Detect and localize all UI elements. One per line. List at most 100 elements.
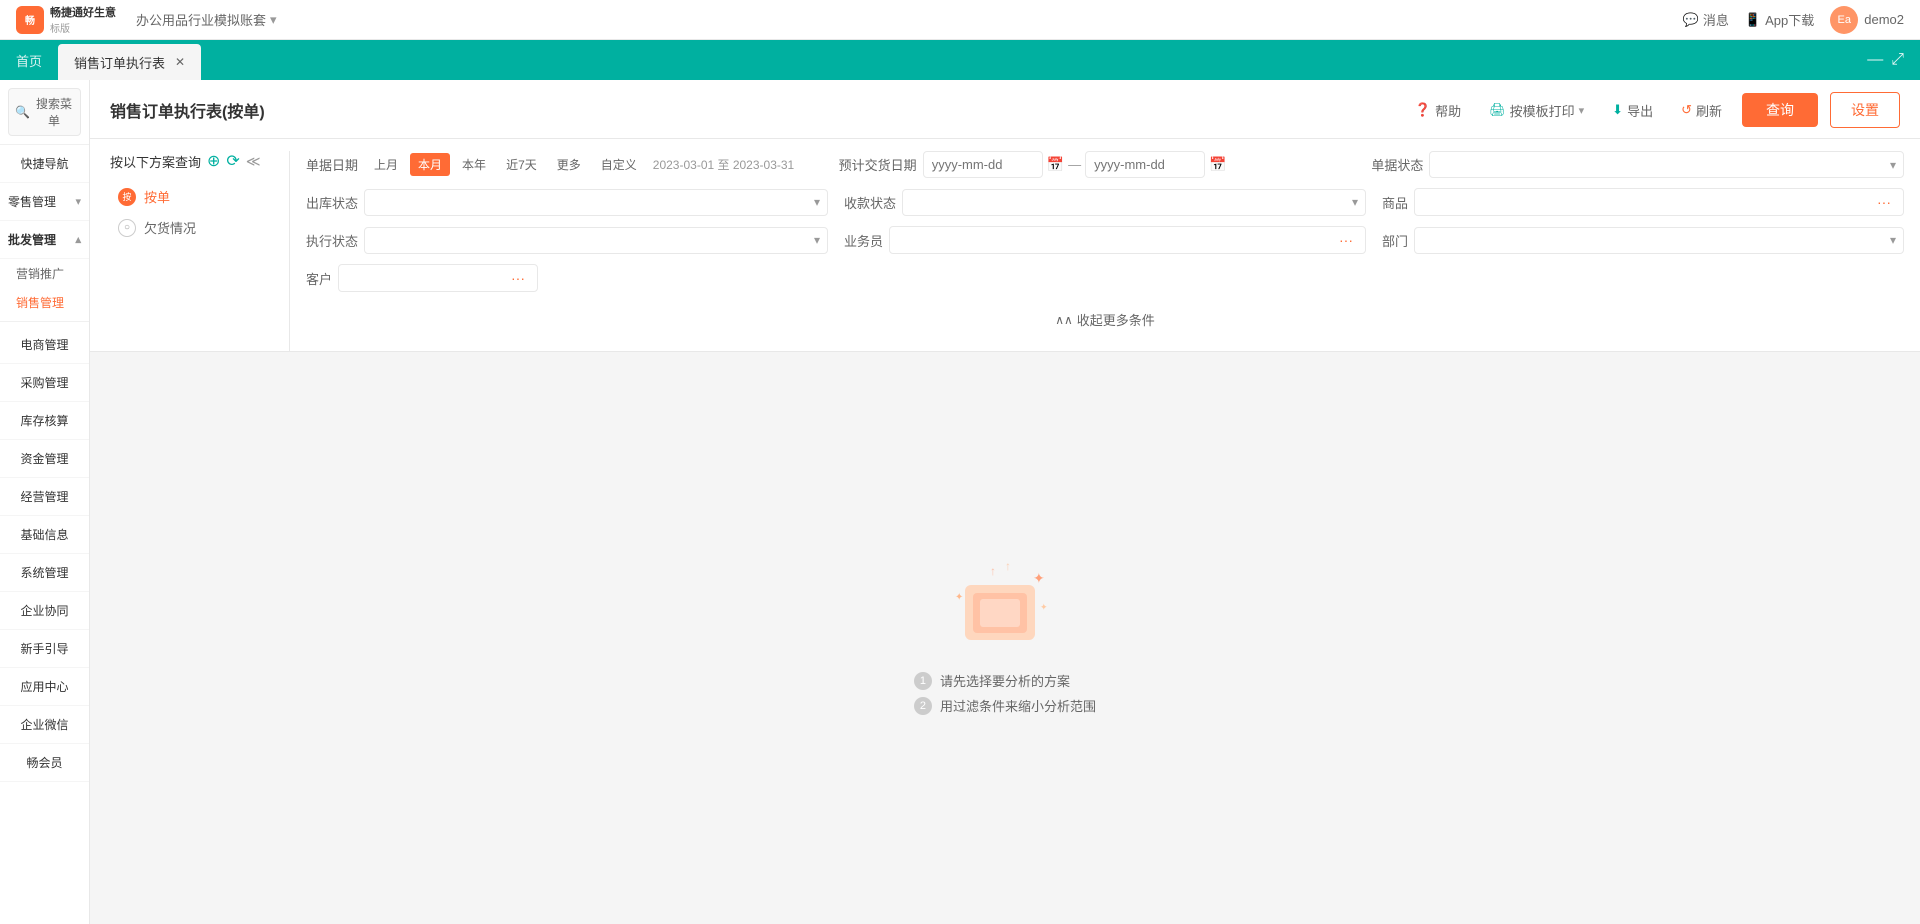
collapse-row: ∧∧ 收起更多条件 <box>306 298 1904 343</box>
sidebar-item-system[interactable]: 系统管理 <box>0 554 89 592</box>
delivery-date-end[interactable] <box>1085 151 1205 178</box>
app-icon: 📱 <box>1745 12 1761 28</box>
sidebar-item-inventory[interactable]: 库存核算 <box>0 402 89 440</box>
sidebar-item-wechat[interactable]: 企业微信 <box>0 706 89 744</box>
sidebar-item-basic[interactable]: 基础信息 <box>0 516 89 554</box>
settings-button[interactable]: 设置 <box>1830 92 1900 128</box>
date-tab-custom[interactable]: 自定义 <box>593 153 645 176</box>
user-avatar[interactable]: Ea demo2 <box>1830 6 1904 34</box>
logo-text: 畅捷通好生意 标版 <box>50 4 116 35</box>
top-bar-right: 💬 消息 📱 App下载 Ea demo2 <box>1683 6 1904 34</box>
calendar-icon-start: 📅 <box>1047 156 1064 173</box>
empty-svg: ✦ ✦ ✦ ↑ ↑ <box>945 555 1065 655</box>
refresh-button[interactable]: ↺ 刷新 <box>1673 97 1730 124</box>
outbound-select[interactable] <box>364 189 828 216</box>
receipt-select[interactable] <box>902 189 1366 216</box>
sidebar-item-ecom[interactable]: 电商管理 <box>0 326 89 364</box>
customer-input[interactable]: ··· <box>338 264 538 292</box>
refresh-small-icon[interactable]: ⟳ <box>226 151 239 171</box>
filter-right-panel: 单据日期 上月 本月 本年 近7天 更多 自定义 2023-03-01 至 20… <box>290 151 1920 351</box>
date-tabs: 上月 本月 本年 近7天 更多 自定义 <box>366 153 645 176</box>
chevron-up-icon: ▴ <box>75 233 81 246</box>
chevron-down-icon: ▾ <box>1579 104 1585 117</box>
collapse-button[interactable]: ∧∧ 收起更多条件 <box>1047 302 1163 337</box>
date-tab-current-year[interactable]: 本年 <box>454 153 494 176</box>
sidebar-item-sales-mgmt[interactable]: 销售管理 <box>0 288 89 317</box>
main-body: ✦ ✦ ✦ ↑ ↑ 1 请先选择要分析的方案 2 用过滤条 <box>90 352 1920 924</box>
tab-home[interactable]: 首页 <box>0 40 58 80</box>
sidebar-item-corp[interactable]: 企业协同 <box>0 592 89 630</box>
template-print-button[interactable]: 🖨 按模板打印 ▾ <box>1481 97 1592 124</box>
sidebar-item-apps[interactable]: 应用中心 <box>0 668 89 706</box>
content-area: 销售订单执行表(按单) ❓ 帮助 🖨 按模板打印 ▾ ⬇ 导出 ↺ 刷新 <box>90 80 1920 924</box>
date-tab-current-month[interactable]: 本月 <box>410 153 450 176</box>
filter-salesperson: 业务员 ··· <box>844 226 1366 254</box>
page-header-actions: ❓ 帮助 🖨 按模板打印 ▾ ⬇ 导出 ↺ 刷新 查询 设置 <box>1407 92 1900 128</box>
svg-text:✦: ✦ <box>1033 570 1045 586</box>
filter-row-1: 单据日期 上月 本月 本年 近7天 更多 自定义 2023-03-01 至 20… <box>306 151 1904 178</box>
print-icon: 🖨 <box>1489 102 1506 118</box>
goods-dots-icon[interactable]: ··· <box>1873 194 1895 210</box>
filter-row-3: 执行状态 ▾ 业务员 ··· <box>306 226 1904 254</box>
single-status-select[interactable] <box>1429 151 1904 178</box>
filter-row-4: 客户 ··· <box>306 264 1904 292</box>
sidebar-item-marketing[interactable]: 营销推广 <box>0 259 89 288</box>
chevron-down-icon: ▾ <box>270 12 277 28</box>
sidebar-item-newbie[interactable]: 新手引导 <box>0 630 89 668</box>
sidebar-item-wholesale[interactable]: 批发管理 ▴ <box>0 221 89 259</box>
sidebar-item-retail[interactable]: 零售管理 ▾ <box>0 183 89 221</box>
empty-illustration: ✦ ✦ ✦ ↑ ↑ <box>945 555 1065 655</box>
logo-area: 畅 畅捷通好生意 标版 <box>16 4 116 35</box>
filter-department: 部门 ▾ <box>1382 227 1904 254</box>
export-button[interactable]: ⬇ 导出 <box>1604 97 1661 124</box>
filter-left-panel: 按以下方案查询 ⊕ ⟳ ≪ 按 按单 ○ 欠货情况 <box>90 151 290 351</box>
tab-close-icon[interactable]: ✕ <box>175 55 185 69</box>
filter-option-inventory[interactable]: ○ 欠货情况 <box>110 212 277 243</box>
help-button[interactable]: ❓ 帮助 <box>1407 97 1469 124</box>
salesperson-input[interactable]: ··· <box>889 226 1366 254</box>
maximize-button[interactable]: ⤢ <box>1891 51 1904 69</box>
filter-option-by-order[interactable]: 按 按单 <box>110 181 277 212</box>
empty-text: 1 请先选择要分析的方案 2 用过滤条件来缩小分析范围 <box>914 671 1096 721</box>
date-tab-last-month[interactable]: 上月 <box>366 153 406 176</box>
salesperson-dots-icon[interactable]: ··· <box>1335 232 1357 248</box>
inventory-icon: ○ <box>118 219 136 237</box>
filter-row-2: 出库状态 ▾ 收款状态 <box>306 188 1904 216</box>
app-download-button[interactable]: 📱 App下载 <box>1745 10 1814 29</box>
empty-step-2: 2 用过滤条件来缩小分析范围 <box>914 696 1096 715</box>
logo-icon: 畅 <box>16 6 44 34</box>
filter-inner: 按以下方案查询 ⊕ ⟳ ≪ 按 按单 ○ 欠货情况 <box>90 139 1920 351</box>
empty-state: ✦ ✦ ✦ ↑ ↑ 1 请先选择要分析的方案 2 用过滤条 <box>914 555 1096 721</box>
query-button[interactable]: 查询 <box>1742 93 1818 127</box>
empty-step-1: 1 请先选择要分析的方案 <box>914 671 1096 690</box>
sidebar-item-operations[interactable]: 经营管理 <box>0 478 89 516</box>
add-icon[interactable]: ⊕ <box>207 151 220 171</box>
exec-status-select[interactable] <box>364 227 828 254</box>
message-icon: 💬 <box>1683 12 1699 28</box>
collapse-left-icon[interactable]: ≪ <box>246 153 261 170</box>
sidebar-item-purchase[interactable]: 采购管理 <box>0 364 89 402</box>
delivery-date-start[interactable] <box>923 151 1043 178</box>
department-select[interactable] <box>1414 227 1904 254</box>
sidebar-item-member[interactable]: 畅会员 <box>0 744 89 782</box>
filter-goods: 商品 ··· <box>1382 188 1904 216</box>
date-tab-more[interactable]: 更多 <box>549 153 589 176</box>
department-wrapper: ▾ <box>1414 227 1904 254</box>
outbound-wrapper: ▾ <box>364 189 828 216</box>
filter-left-header: 按以下方案查询 ⊕ ⟳ ≪ <box>110 151 277 171</box>
sidebar-item-finance[interactable]: 资金管理 <box>0 440 89 478</box>
customer-dots-icon[interactable]: ··· <box>507 270 529 286</box>
sidebar-item-quick-nav[interactable]: 快捷导航 <box>0 145 89 183</box>
filter-single-date: 单据日期 上月 本月 本年 近7天 更多 自定义 2023-03-01 至 20… <box>306 153 839 176</box>
sidebar: 🔍 搜索菜单 快捷导航 零售管理 ▾ 批发管理 ▴ 营销推广 销售管理 <box>0 80 90 924</box>
minimize-button[interactable]: — <box>1867 51 1883 69</box>
filter-customer: 客户 ··· <box>306 264 538 292</box>
goods-input[interactable]: ··· <box>1414 188 1904 216</box>
industry-selector[interactable]: 办公用品行业模拟账套 ▾ <box>124 10 289 29</box>
search-menu-button[interactable]: 🔍 搜索菜单 <box>8 88 81 136</box>
message-button[interactable]: 💬 消息 <box>1683 10 1729 29</box>
svg-text:↑: ↑ <box>990 564 996 578</box>
date-tab-last-7[interactable]: 近7天 <box>498 153 545 176</box>
tab-sales-exec[interactable]: 销售订单执行表 ✕ <box>58 44 201 80</box>
tab-bar: 首页 销售订单执行表 ✕ — ⤢ <box>0 40 1920 80</box>
